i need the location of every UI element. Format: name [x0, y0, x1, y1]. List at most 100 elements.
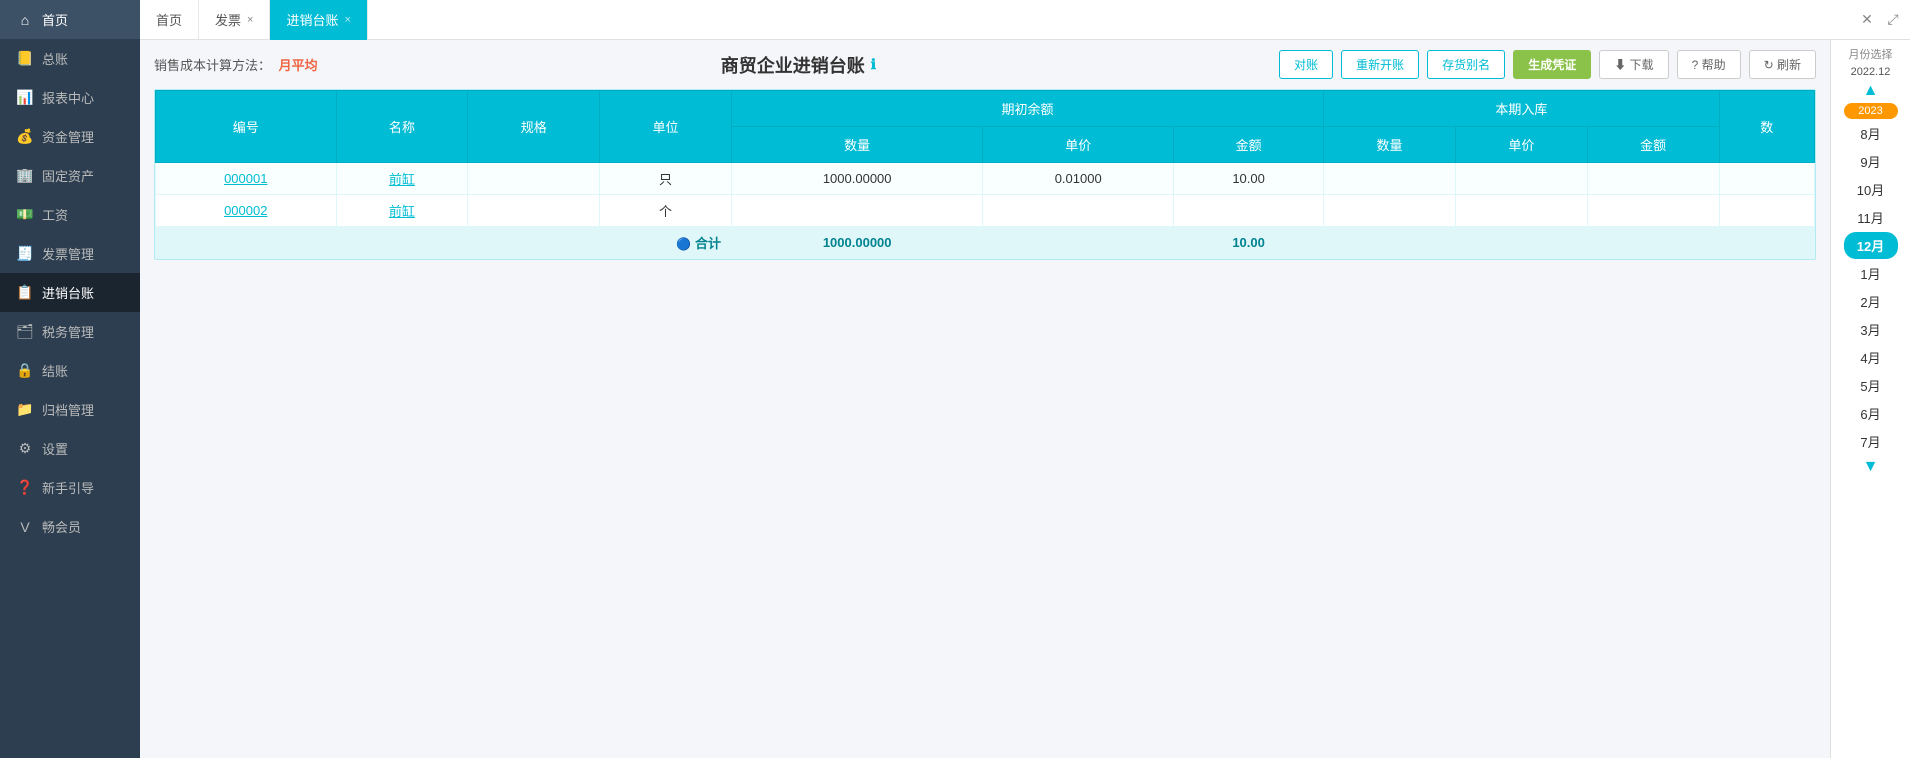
cell-qty-begin: 1000.00000 — [731, 163, 982, 195]
month-item-1月[interactable]: 1月 — [1844, 260, 1898, 287]
tab-label-purchase-sales-tab: 进销台账 — [286, 10, 338, 29]
month-scroll-up-button[interactable]: ▲ — [1861, 80, 1881, 102]
month-item-7月[interactable]: 7月 — [1844, 428, 1898, 455]
cost-method: 销售成本计算方法： 月平均 — [154, 55, 318, 74]
member-icon: V — [16, 519, 34, 535]
content-area: 销售成本计算方法： 月平均 商贸企业进销台账 ℹ 对账 重新开账 存货别名 生成… — [140, 40, 1910, 758]
col-header-name: 名称 — [336, 91, 468, 163]
sidebar-item-home[interactable]: ⌂首页 — [0, 0, 140, 39]
table-row: 000002 前缸 个 — [156, 195, 1815, 227]
table-wrapper: 编号 名称 规格 单位 期初余额 本期入库 数 数量 单价 金额 数 — [154, 89, 1816, 260]
sidebar-item-close-books[interactable]: 🔒结账 — [0, 351, 140, 390]
footer-amount-in — [1587, 227, 1719, 259]
sidebar-item-purchase-sales[interactable]: 📋 进销台账 — [0, 273, 140, 312]
sidebar-label-archive-management: 归档管理 — [42, 400, 94, 419]
home-icon: ⌂ — [16, 12, 34, 28]
window-controls: ✕ ⤢ — [1858, 11, 1902, 29]
month-panel: 月份选择 2022.12 ▲ 20238月9月10月11月12月1月2月3月4月… — [1830, 40, 1910, 758]
sidebar-label-payroll: 工资 — [42, 205, 68, 224]
month-item-10月[interactable]: 10月 — [1844, 176, 1898, 203]
purchase-sales-icon: 📋 — [16, 284, 34, 301]
archive-management-icon: 📁 — [16, 401, 34, 418]
tab-close-purchase-sales-tab[interactable]: × — [344, 14, 350, 26]
close-window-button[interactable]: ✕ — [1858, 11, 1876, 29]
sidebar-item-general-ledger[interactable]: 📒总账 — [0, 39, 140, 78]
sidebar-label-purchase-sales: 进销台账 — [42, 283, 94, 302]
main-table: 编号 名称 规格 单位 期初余额 本期入库 数 数量 单价 金额 数 — [155, 90, 1815, 259]
duizhang-button[interactable]: 对账 — [1279, 50, 1333, 79]
chongxin-button[interactable]: 重新开账 — [1341, 50, 1419, 79]
cell-amount-in — [1587, 195, 1719, 227]
payroll-icon: 💵 — [16, 206, 34, 223]
fixed-assets-icon: 🏢 — [16, 167, 34, 184]
cell-price-in — [1455, 195, 1587, 227]
shuaxin-button[interactable]: ↻ 刷新 — [1749, 50, 1816, 79]
cell-id: 000002 — [156, 195, 337, 227]
month-item-6月[interactable]: 6月 — [1844, 400, 1898, 427]
col-group-qichu: 期初余额 — [731, 91, 1323, 127]
tab-home-tab[interactable]: 首页 — [140, 0, 199, 40]
beginner-guide-icon: ❓ — [16, 479, 34, 496]
month-panel-year: 2022.12 — [1851, 66, 1891, 78]
cell-qty-in — [1324, 195, 1456, 227]
col-sub-qty-in: 数量 — [1324, 127, 1456, 163]
help-button[interactable]: ? 帮助 — [1677, 50, 1741, 79]
month-item-11月[interactable]: 11月 — [1844, 204, 1898, 231]
month-item-5月[interactable]: 5月 — [1844, 372, 1898, 399]
month-scroll-down-button[interactable]: ▼ — [1861, 456, 1881, 478]
col-sub-price-in: 单价 — [1455, 127, 1587, 163]
footer-qty-begin: 1000.00000 — [731, 227, 982, 259]
cell-price-begin — [983, 195, 1174, 227]
cell-unit: 个 — [600, 195, 732, 227]
tab-invoice-tab[interactable]: 发票 × — [199, 0, 270, 40]
sidebar-item-payroll[interactable]: 💵 工资 — [0, 195, 140, 234]
sidebar-label-fixed-assets: 固定资产 — [42, 166, 94, 185]
tab-label-home-tab: 首页 — [156, 10, 182, 29]
xiazai-button[interactable]: ⬇ 下载 — [1599, 50, 1668, 79]
sidebar-label-beginner-guide: 新手引导 — [42, 478, 94, 497]
month-item-8月[interactable]: 8月 — [1844, 120, 1898, 147]
tax-management-icon: 🗂 — [16, 323, 34, 340]
cell-spec — [468, 163, 600, 195]
col-sub-qty-begin: 数量 — [731, 127, 982, 163]
cunwei-button[interactable]: 存货别名 — [1427, 50, 1505, 79]
cost-method-label: 销售成本计算方法： — [154, 58, 271, 73]
table-row: 000001 前缸 只 1000.00000 0.01000 10.00 — [156, 163, 1815, 195]
sidebar-item-report-center[interactable]: 📊报表中心 — [0, 78, 140, 117]
sidebar-item-archive-management[interactable]: 📁 归档管理 — [0, 390, 140, 429]
tab-label-invoice-tab: 发票 — [215, 10, 241, 29]
sidebar-label-fund-management: 资金管理 — [42, 127, 94, 146]
tab-purchase-sales-tab[interactable]: 进销台账 × — [270, 0, 367, 40]
month-panel-title: 月份选择 — [1849, 46, 1893, 62]
tab-close-invoice-tab[interactable]: × — [247, 14, 253, 26]
month-item-4月[interactable]: 4月 — [1844, 344, 1898, 371]
cell-unit: 只 — [600, 163, 732, 195]
footer-price-begin — [983, 227, 1174, 259]
cell-amount-begin: 10.00 — [1174, 163, 1324, 195]
maximize-window-button[interactable]: ⤢ — [1884, 11, 1902, 29]
footer-price-in — [1455, 227, 1587, 259]
month-item-2月[interactable]: 2月 — [1844, 288, 1898, 315]
cell-extra — [1719, 163, 1814, 195]
sidebar-item-fund-management[interactable]: 💰资金管理 — [0, 117, 140, 156]
cell-spec — [468, 195, 600, 227]
month-item-9月[interactable]: 9月 — [1844, 148, 1898, 175]
year-badge-2023: 2023 — [1844, 103, 1898, 119]
sidebar-label-report-center: 报表中心 — [42, 88, 94, 107]
shengcheng-button[interactable]: 生成凭证 — [1513, 50, 1591, 79]
sidebar-label-invoice-management: 发票管理 — [42, 244, 94, 263]
main-panel: 销售成本计算方法： 月平均 商贸企业进销台账 ℹ 对账 重新开账 存货别名 生成… — [140, 40, 1830, 758]
invoice-management-icon: 🧾 — [16, 245, 34, 262]
page-title-info-icon[interactable]: ℹ — [871, 56, 876, 73]
sidebar-item-beginner-guide[interactable]: ❓ 新手引导 — [0, 468, 140, 507]
sidebar-item-member[interactable]: V畅会员 — [0, 507, 140, 546]
main-area: 首页发票 ×进销台账 × ✕ ⤢ 销售成本计算方法： 月平均 商贸企业进销台账 … — [140, 0, 1910, 758]
header-row: 销售成本计算方法： 月平均 商贸企业进销台账 ℹ 对账 重新开账 存货别名 生成… — [154, 50, 1816, 79]
month-item-12月[interactable]: 12月 — [1844, 232, 1898, 259]
sidebar-item-invoice-management[interactable]: 🧾 发票管理 — [0, 234, 140, 273]
month-item-3月[interactable]: 3月 — [1844, 316, 1898, 343]
sidebar-item-settings[interactable]: ⚙设置 — [0, 429, 140, 468]
sidebar-item-fixed-assets[interactable]: 🏢 固定资产 — [0, 156, 140, 195]
general-ledger-icon: 📒 — [16, 50, 34, 67]
sidebar-item-tax-management[interactable]: 🗂税务管理 — [0, 312, 140, 351]
